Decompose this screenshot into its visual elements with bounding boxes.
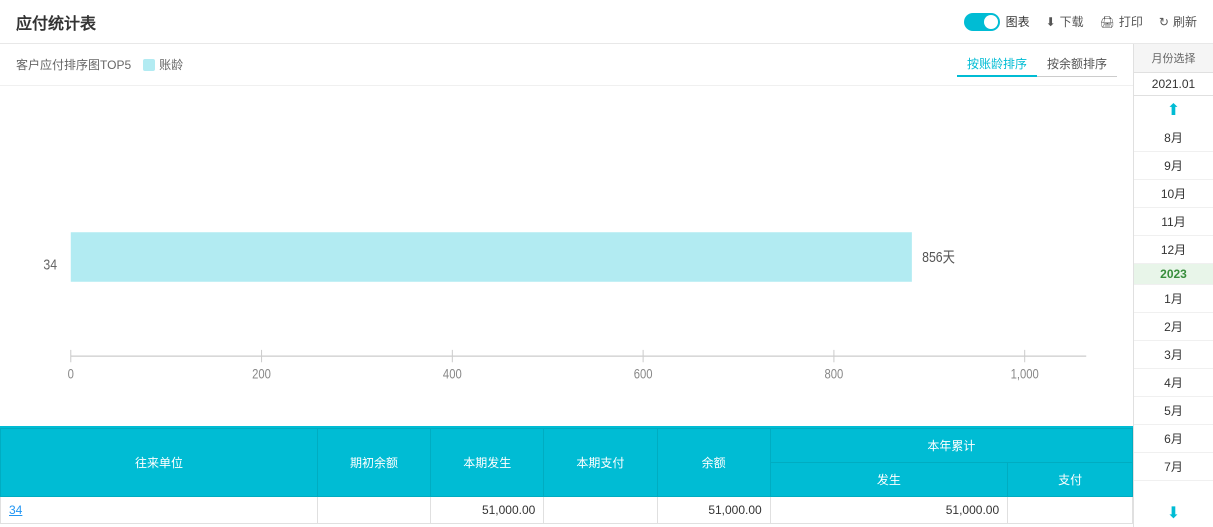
sidebar-month-5[interactable]: 5月	[1134, 397, 1213, 425]
sort-by-balance-button[interactable]: 按账龄排序	[957, 52, 1037, 77]
content-area: 客户应付排序图TOP5 账龄 按账龄排序 按余额排序 34	[0, 44, 1213, 527]
col-balance-header: 余额	[657, 429, 770, 497]
svg-text:800: 800	[824, 366, 843, 381]
print-icon: 🖨	[1100, 15, 1115, 29]
table-row: 34 51,000.00 51,000.00 51,000.00	[1, 497, 1133, 524]
svg-text:200: 200	[252, 366, 271, 381]
sidebar-month-7[interactable]: 7月	[1134, 453, 1213, 481]
svg-text:0: 0	[68, 366, 74, 381]
table-header-row-1: 往来单位 期初余额 本期发生 本期支付 余额 本年累计	[1, 429, 1133, 463]
chart-area: 客户应付排序图TOP5 账龄 按账龄排序 按余额排序 34	[0, 44, 1133, 527]
refresh-label: 刷新	[1173, 13, 1197, 30]
svg-text:400: 400	[443, 366, 462, 381]
cell-ytd-pay	[1008, 497, 1133, 524]
chart-toggle-wrap: 图表	[964, 13, 1030, 31]
toggle-label: 图表	[1006, 13, 1030, 30]
table-area: 往来单位 期初余额 本期发生 本期支付 余额 本年累计 发生 支付	[0, 426, 1133, 524]
cell-current-pay	[544, 497, 657, 524]
bar-chart-container: 34 856天 0 200 400 600	[0, 86, 1133, 426]
sort-buttons: 按账龄排序 按余额排序	[957, 52, 1117, 77]
table-body: 34 51,000.00 51,000.00 51,000.00	[1, 497, 1133, 524]
header-actions: 图表 ⬇ 下载 🖨 打印 ↻ 刷新	[964, 13, 1197, 31]
chart-toggle[interactable]	[964, 13, 1000, 31]
cell-current-occur: 51,000.00	[431, 497, 544, 524]
refresh-icon: ↻	[1159, 15, 1169, 29]
col-current-pay-header: 本期支付	[544, 429, 657, 497]
legend-color-dot	[143, 59, 155, 71]
page-header: 应付统计表 图表 ⬇ 下载 🖨 打印 ↻ 刷新	[0, 0, 1213, 44]
y-axis-label: 34	[43, 256, 57, 272]
sidebar-month-6[interactable]: 6月	[1134, 425, 1213, 453]
sidebar-month-3[interactable]: 3月	[1134, 341, 1213, 369]
svg-text:600: 600	[634, 366, 653, 381]
bar-rect	[71, 232, 912, 282]
scroll-down-button[interactable]: ⬇	[1134, 499, 1213, 527]
legend-color-label: 账龄	[159, 56, 183, 73]
cell-opening	[317, 497, 430, 524]
legend-top5-label: 客户应付排序图TOP5	[16, 56, 131, 73]
right-sidebar: 月份选择 ⬆ 8月 9月 10月 11月 12月 2023 1月 2月 3月 4…	[1133, 44, 1213, 527]
sort-by-amount-button[interactable]: 按余额排序	[1037, 52, 1117, 77]
print-button[interactable]: 🖨 打印	[1100, 13, 1143, 30]
col-ytd-occur-header: 发生	[770, 463, 1007, 497]
bar-value-label: 856天	[922, 249, 955, 265]
sidebar-month-10[interactable]: 10月	[1134, 180, 1213, 208]
supplier-link[interactable]: 34	[9, 503, 22, 517]
page-title: 应付统计表	[16, 10, 96, 34]
chart-legend: 客户应付排序图TOP5 账龄	[16, 56, 183, 73]
data-table: 往来单位 期初余额 本期发生 本期支付 余额 本年累计 发生 支付	[0, 428, 1133, 524]
col-ytd-pay-header: 支付	[1008, 463, 1133, 497]
sidebar-month-9[interactable]: 9月	[1134, 152, 1213, 180]
col-opening-header: 期初余额	[317, 429, 430, 497]
col-supplier-header: 往来单位	[1, 429, 318, 497]
sidebar-month-11[interactable]: 11月	[1134, 208, 1213, 236]
col-ytd-header: 本年累计	[770, 429, 1132, 463]
bar-chart-svg: 34 856天 0 200 400 600	[40, 96, 1117, 418]
sidebar-year-input[interactable]	[1134, 73, 1213, 96]
download-button[interactable]: ⬇ 下载	[1046, 13, 1084, 30]
sidebar-year-2023: 2023	[1134, 264, 1213, 285]
up-arrow-icon: ⬆	[1167, 100, 1180, 120]
download-icon: ⬇	[1046, 15, 1056, 29]
refresh-button[interactable]: ↻ 刷新	[1159, 13, 1197, 30]
sidebar-month-4[interactable]: 4月	[1134, 369, 1213, 397]
cell-ytd-occur: 51,000.00	[770, 497, 1007, 524]
scroll-up-button[interactable]: ⬆	[1134, 96, 1213, 124]
sidebar-months-list: 8月 9月 10月 11月 12月 2023 1月 2月 3月 4月 5月 6月…	[1134, 124, 1213, 499]
sidebar-month-8[interactable]: 8月	[1134, 124, 1213, 152]
chart-header: 客户应付排序图TOP5 账龄 按账龄排序 按余额排序	[0, 44, 1133, 86]
legend-color-item: 账龄	[143, 56, 183, 73]
download-label: 下载	[1060, 13, 1084, 30]
print-label: 打印	[1119, 13, 1143, 30]
cell-supplier: 34	[1, 497, 318, 524]
down-arrow-icon: ⬇	[1167, 503, 1180, 523]
sidebar-month-12[interactable]: 12月	[1134, 236, 1213, 264]
sidebar-month-2[interactable]: 2月	[1134, 313, 1213, 341]
col-current-occur-header: 本期发生	[431, 429, 544, 497]
sidebar-month-header: 月份选择	[1134, 44, 1213, 73]
sidebar-month-1[interactable]: 1月	[1134, 285, 1213, 313]
cell-balance: 51,000.00	[657, 497, 770, 524]
svg-text:1,000: 1,000	[1011, 366, 1039, 381]
